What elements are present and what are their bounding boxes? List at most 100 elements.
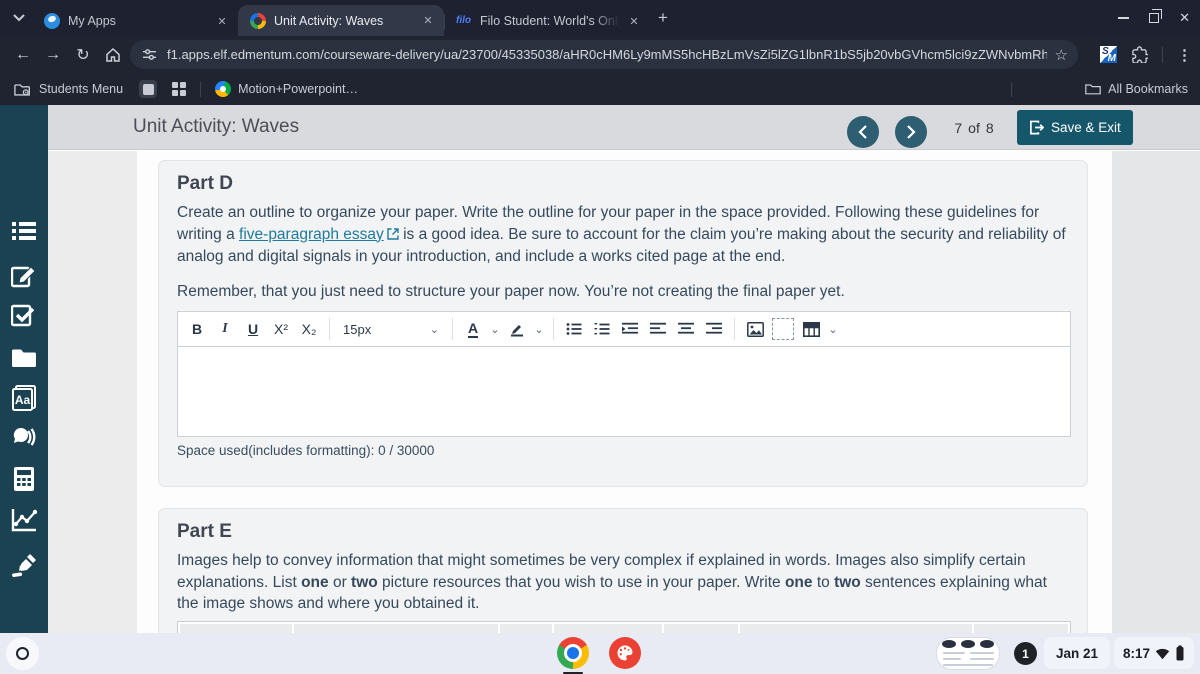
indent-button[interactable] <box>617 316 643 342</box>
status-tray[interactable]: 8:17 <box>1114 637 1194 669</box>
tab-close-icon[interactable]: ✕ <box>626 15 642 28</box>
restore-button[interactable] <box>1149 9 1163 23</box>
graphing-tool-icon[interactable] <box>11 507 37 533</box>
reload-button[interactable]: ↻ <box>68 40 98 70</box>
bookmark-label: Motion+Powerpoint… <box>238 82 358 96</box>
subscript-button[interactable]: X₂ <box>296 316 322 342</box>
part-d-heading: Part D <box>177 173 233 194</box>
forward-button[interactable]: → <box>38 40 68 70</box>
all-bookmarks-button[interactable]: All Bookmarks <box>1085 82 1188 96</box>
outline-text-editor[interactable] <box>177 347 1071 437</box>
tab-unit-activity[interactable]: Unit Activity: Waves ✕ <box>238 5 444 36</box>
insert-table-button[interactable] <box>798 316 824 342</box>
divider <box>734 318 735 340</box>
page-indicator: 7 of 8 <box>954 120 994 136</box>
chrome-app-icon[interactable] <box>557 637 589 669</box>
shelf-date[interactable]: Jan 21 <box>1044 637 1110 669</box>
content-left-gutter <box>48 151 137 674</box>
part-e-instructions: Images help to convey information that m… <box>177 552 1047 612</box>
tab-filo-student[interactable]: filo Filo Student: World's Only Live ✕ <box>444 6 650 36</box>
exit-icon <box>1030 120 1044 135</box>
notes-edit-icon[interactable] <box>11 263 37 289</box>
tab-strip: My Apps ✕ Unit Activity: Waves ✕ filo Fi… <box>0 0 1200 36</box>
folder-gear-icon <box>14 83 30 96</box>
close-window-button[interactable]: ✕ <box>1179 10 1190 26</box>
tab-title: Unit Activity: Waves <box>274 13 384 28</box>
canvas-app-icon[interactable] <box>609 637 641 669</box>
table-of-contents-icon[interactable] <box>11 218 37 244</box>
browser-menu-icon[interactable]: ⋮ <box>1177 46 1192 64</box>
bookmark-label: Students Menu <box>39 82 124 96</box>
edmentum-favicon <box>44 13 60 29</box>
calculator-icon[interactable] <box>11 466 37 492</box>
save-and-exit-button[interactable]: Save & Exit <box>1017 110 1133 145</box>
superscript-button[interactable]: X² <box>268 316 294 342</box>
battery-icon <box>1176 645 1184 661</box>
tab-close-icon[interactable]: ✕ <box>214 15 230 28</box>
insert-image-button[interactable] <box>742 316 768 342</box>
dictionary-icon[interactable]: Aa <box>11 385 37 411</box>
previous-page-button[interactable] <box>847 116 879 148</box>
equation-editor-button[interactable] <box>770 316 796 342</box>
shelf-time: 8:17 <box>1122 645 1151 661</box>
font-size-dropdown[interactable]: 15px ⌄ <box>337 316 445 342</box>
new-tab-button[interactable]: + <box>658 8 668 28</box>
bookmarks-bar: Students Menu Motion+Powerpoint… All Boo… <box>0 73 1200 105</box>
chevron-down-icon: ⌄ <box>429 323 439 336</box>
lesson-tools-sidebar: Aa <box>0 105 48 674</box>
minimize-button[interactable] <box>1118 17 1130 19</box>
tab-close-icon[interactable]: ✕ <box>420 14 436 27</box>
bookmark-favicon-swatch[interactable] <box>139 80 158 98</box>
courseware-favicon <box>250 12 266 29</box>
bookmark-motion-powerpoint[interactable]: Motion+Powerpoint… <box>215 81 358 97</box>
lesson-header: Unit Activity: Waves 7 of 8 Save & Exit <box>48 105 1200 150</box>
browser-toolbar: ← → ↻ f1.apps.elf.edmentum.com/coursewar… <box>0 36 1200 73</box>
part-d-instructions: Create an outline to organize your paper… <box>177 204 1066 265</box>
part-d-reminder: Remember, that you just need to structur… <box>177 282 845 300</box>
align-right-button[interactable] <box>701 316 727 342</box>
site-settings-tune-icon[interactable] <box>142 47 157 62</box>
text-color-chevron-icon[interactable]: ⌄ <box>488 316 502 342</box>
align-left-button[interactable] <box>645 316 671 342</box>
align-center-button[interactable] <box>673 316 699 342</box>
folder-icon[interactable] <box>11 345 37 371</box>
highlighter-icon[interactable] <box>11 552 37 578</box>
space-used-counter: Space used(includes formatting): 0 / 300… <box>177 443 435 458</box>
save-exit-label: Save & Exit <box>1051 120 1121 135</box>
filo-favicon: filo <box>456 15 471 26</box>
italic-button[interactable]: I <box>212 316 238 342</box>
highlight-color-chevron-icon[interactable]: ⌄ <box>532 316 546 342</box>
divider <box>200 81 202 97</box>
sm-extension-icon[interactable]: S M <box>1100 46 1117 64</box>
tab-search-caret-icon[interactable] <box>8 7 30 29</box>
screen: { "browser": { "tabs": [ { "title": "My … <box>0 0 1200 674</box>
numbered-list-button[interactable] <box>589 316 615 342</box>
bookmark-star-icon[interactable]: ☆ <box>1055 46 1068 64</box>
motion-app-icon <box>215 81 232 97</box>
extensions-puzzle-icon[interactable] <box>1131 46 1148 63</box>
checklist-icon[interactable] <box>11 303 37 329</box>
underline-button[interactable]: U <box>240 316 266 342</box>
text-to-speech-icon[interactable] <box>11 425 37 451</box>
next-page-button[interactable] <box>895 116 927 148</box>
rich-text-toolbar: B I U X² X₂ 15px ⌄ A ⌄ ⌄ ⌄ <box>177 311 1071 347</box>
text-color-button[interactable]: A <box>460 316 486 342</box>
bulleted-list-button[interactable] <box>561 316 587 342</box>
bookmark-students-menu[interactable]: Students Menu <box>14 82 123 97</box>
all-bookmarks-label: All Bookmarks <box>1108 82 1188 96</box>
table-chevron-icon[interactable]: ⌄ <box>826 316 840 342</box>
launcher-button[interactable] <box>6 637 39 670</box>
notification-counter[interactable]: 1 <box>1014 642 1037 665</box>
divider <box>553 318 554 340</box>
url-text[interactable]: f1.apps.elf.edmentum.com/courseware-deli… <box>167 47 1047 62</box>
home-button[interactable] <box>98 40 128 70</box>
address-bar[interactable]: f1.apps.elf.edmentum.com/courseware-deli… <box>130 40 1078 69</box>
apps-grid-icon[interactable] <box>171 81 187 97</box>
back-button[interactable]: ← <box>8 40 38 70</box>
five-paragraph-essay-link[interactable]: five-paragraph essay <box>239 226 384 243</box>
bold-button[interactable]: B <box>184 316 210 342</box>
part-d-card: Part D Create an outline to organize you… <box>158 160 1088 487</box>
highlight-color-button[interactable] <box>504 316 530 342</box>
tab-my-apps[interactable]: My Apps ✕ <box>32 6 238 36</box>
screen-capture-preview[interactable] <box>936 637 1000 670</box>
